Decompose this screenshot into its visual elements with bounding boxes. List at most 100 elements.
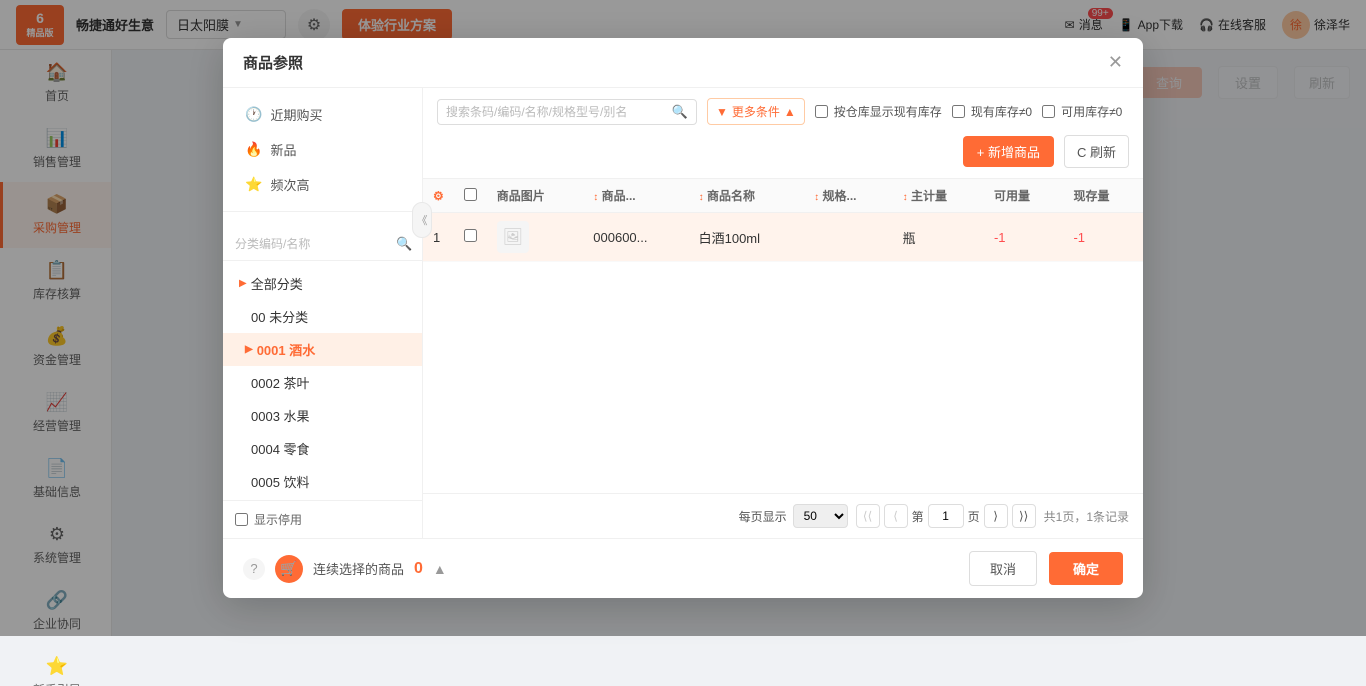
modal-left-panel: 🕐 近期购买 🔥 新品 ⭐ 频次高 《: [223, 88, 423, 538]
recent-purchases-tab[interactable]: 🕐 近期购买: [235, 98, 410, 131]
expand-icon: ▶: [239, 278, 247, 289]
refresh-product-button[interactable]: C 刷新: [1064, 135, 1129, 168]
modal-body: 🕐 近期购买 🔥 新品 ⭐ 频次高 《: [223, 88, 1143, 538]
page-navigation: ⟨⟨ ⟨ 第 页 ⟩ ⟩⟩: [856, 504, 1036, 528]
clock-icon: 🕐: [245, 106, 262, 123]
quick-access-tabs: 🕐 近期购买 🔥 新品 ⭐ 频次高: [223, 88, 422, 212]
collapse-panel-btn[interactable]: 《: [412, 202, 432, 238]
warehouse-stock-label: 按仓库显示现有库存: [834, 103, 942, 120]
col-stock-label: 现存量: [1073, 189, 1109, 203]
category-snack-label: 0004 零食: [251, 439, 310, 458]
col-available: 可用量: [984, 179, 1063, 213]
product-search-box: 🔍: [437, 99, 697, 125]
help-icon[interactable]: ?: [243, 558, 265, 580]
col-spec: ↕ 规格...: [804, 179, 892, 213]
page-suffix: 页: [968, 508, 980, 525]
row-spec: [804, 213, 892, 262]
category-liquor-label: 0001 酒水: [257, 340, 316, 359]
new-products-label: 新品: [270, 140, 296, 159]
available-stock-checkbox[interactable]: [1042, 105, 1055, 118]
category-tea[interactable]: 0002 茶叶: [223, 366, 422, 399]
active-arrow-icon: ▶: [245, 344, 253, 355]
filter-icon: ▼: [716, 105, 728, 119]
cart-icon[interactable]: 🛒: [275, 555, 303, 583]
per-page-dropdown[interactable]: 10 20 50 100: [793, 504, 848, 528]
page-total: 共1页，1条记录: [1044, 508, 1129, 525]
warehouse-stock-checkbox[interactable]: [815, 105, 828, 118]
first-page-btn[interactable]: ⟨⟨: [856, 504, 880, 528]
category-fruit-label: 0003 水果: [251, 406, 310, 425]
page-word: 第: [912, 508, 924, 525]
footer-left: ? 🛒 连续选择的商品 0 ▲: [243, 555, 957, 583]
col-checkbox: [454, 179, 487, 213]
cancel-button[interactable]: 取消: [969, 551, 1037, 586]
last-page-btn[interactable]: ⟩⟩: [1012, 504, 1036, 528]
warehouse-stock-checkbox-group: 按仓库显示现有库存: [815, 103, 942, 120]
modal-overlay: 商品参照 ✕ 🕐 近期购买 🔥 新品 ⭐ 频次高: [0, 0, 1366, 636]
per-page-label: 每页显示: [739, 508, 787, 525]
gear-col-icon[interactable]: ⚙: [433, 189, 444, 203]
selected-count: 0: [414, 560, 423, 578]
available-stock-label: 可用库存≠0: [1061, 103, 1122, 120]
next-page-btn[interactable]: ⟩: [984, 504, 1008, 528]
new-products-tab[interactable]: 🔥 新品: [235, 133, 410, 166]
product-table: ⚙ 商品图片 ↕ 商品...: [423, 179, 1143, 493]
category-beverage[interactable]: 0005 饮料: [223, 465, 422, 498]
product-image: 🖼: [497, 221, 529, 253]
new-icon: 🔥: [245, 141, 262, 158]
high-frequency-tab[interactable]: ⭐ 频次高: [235, 168, 410, 201]
recent-purchases-label: 近期购买: [270, 105, 322, 124]
filter-button[interactable]: ▼ 更多条件 ▲: [707, 98, 805, 125]
modal-header: 商品参照 ✕: [223, 38, 1143, 88]
available-stock-checkbox-group: 可用库存≠0: [1042, 103, 1122, 120]
category-unclassified-label: 00 未分类: [251, 307, 308, 326]
category-unclassified[interactable]: 00 未分类: [223, 300, 422, 333]
pagination: 每页显示 10 20 50 100 ⟨⟨ ⟨ 第 页: [423, 493, 1143, 538]
category-all-label: 全部分类: [251, 274, 303, 293]
star-icon: ⭐: [245, 176, 262, 193]
col-name-label: 商品名称: [707, 189, 755, 203]
nonzero-stock-checkbox[interactable]: [952, 105, 965, 118]
confirm-button[interactable]: 确定: [1049, 552, 1123, 585]
col-available-label: 可用量: [994, 189, 1030, 203]
category-search-input[interactable]: [235, 237, 390, 251]
search-icon[interactable]: 🔍: [672, 104, 688, 120]
category-snack[interactable]: 0004 零食: [223, 432, 422, 465]
product-search-input[interactable]: [446, 105, 666, 119]
col-code-label: 商品...: [602, 189, 636, 203]
collapse-footer-icon[interactable]: ▲: [433, 561, 447, 577]
category-all[interactable]: ▶ 全部分类: [223, 267, 422, 300]
row-image: 🖼: [487, 213, 584, 262]
cart-selected-text: 连续选择的商品: [313, 559, 404, 578]
row-select-checkbox[interactable]: [464, 229, 477, 242]
product-reference-modal: 商品参照 ✕ 🕐 近期购买 🔥 新品 ⭐ 频次高: [223, 38, 1143, 598]
row-name: 白酒100ml: [689, 213, 805, 262]
category-search-icon[interactable]: 🔍: [396, 236, 412, 252]
col-spec-label: 规格...: [823, 189, 857, 203]
per-page-select: 每页显示 10 20 50 100: [739, 504, 848, 528]
show-disabled-area: 显示停用: [223, 500, 422, 538]
col-image: 商品图片: [487, 179, 584, 213]
category-tea-label: 0002 茶叶: [251, 373, 310, 392]
col-code: ↕ 商品...: [583, 179, 688, 213]
category-list: ▶ 全部分类 00 未分类 ▶ 0001 酒水 0002 茶叶 0003 水果: [223, 261, 422, 500]
nonzero-stock-label: 现有库存≠0: [971, 103, 1032, 120]
modal-footer: ? 🛒 连续选择的商品 0 ▲ 取消 确定: [223, 538, 1143, 598]
row-unit: 瓶: [893, 213, 984, 262]
close-icon[interactable]: ✕: [1108, 52, 1123, 73]
col-name: ↕ 商品名称: [689, 179, 805, 213]
row-stock: -1: [1063, 213, 1143, 262]
nonzero-stock-checkbox-group: 现有库存≠0: [952, 103, 1032, 120]
page-number-input[interactable]: [928, 504, 964, 528]
category-liquor[interactable]: ▶ 0001 酒水: [223, 333, 422, 366]
modal-right-panel: 🔍 ▼ 更多条件 ▲ 按仓库显示现有库存 现有库存≠0: [423, 88, 1143, 538]
select-all-checkbox[interactable]: [464, 188, 477, 201]
category-fruit[interactable]: 0003 水果: [223, 399, 422, 432]
show-disabled-checkbox[interactable]: [235, 513, 248, 526]
row-checkbox: [454, 213, 487, 262]
table-row[interactable]: 1 🖼 000600... 白酒100ml: [423, 213, 1143, 262]
prev-page-btn[interactable]: ⟨: [884, 504, 908, 528]
add-product-button[interactable]: + 新增商品: [963, 136, 1054, 167]
modal-title: 商品参照: [243, 52, 303, 73]
show-disabled-label: 显示停用: [254, 511, 302, 528]
